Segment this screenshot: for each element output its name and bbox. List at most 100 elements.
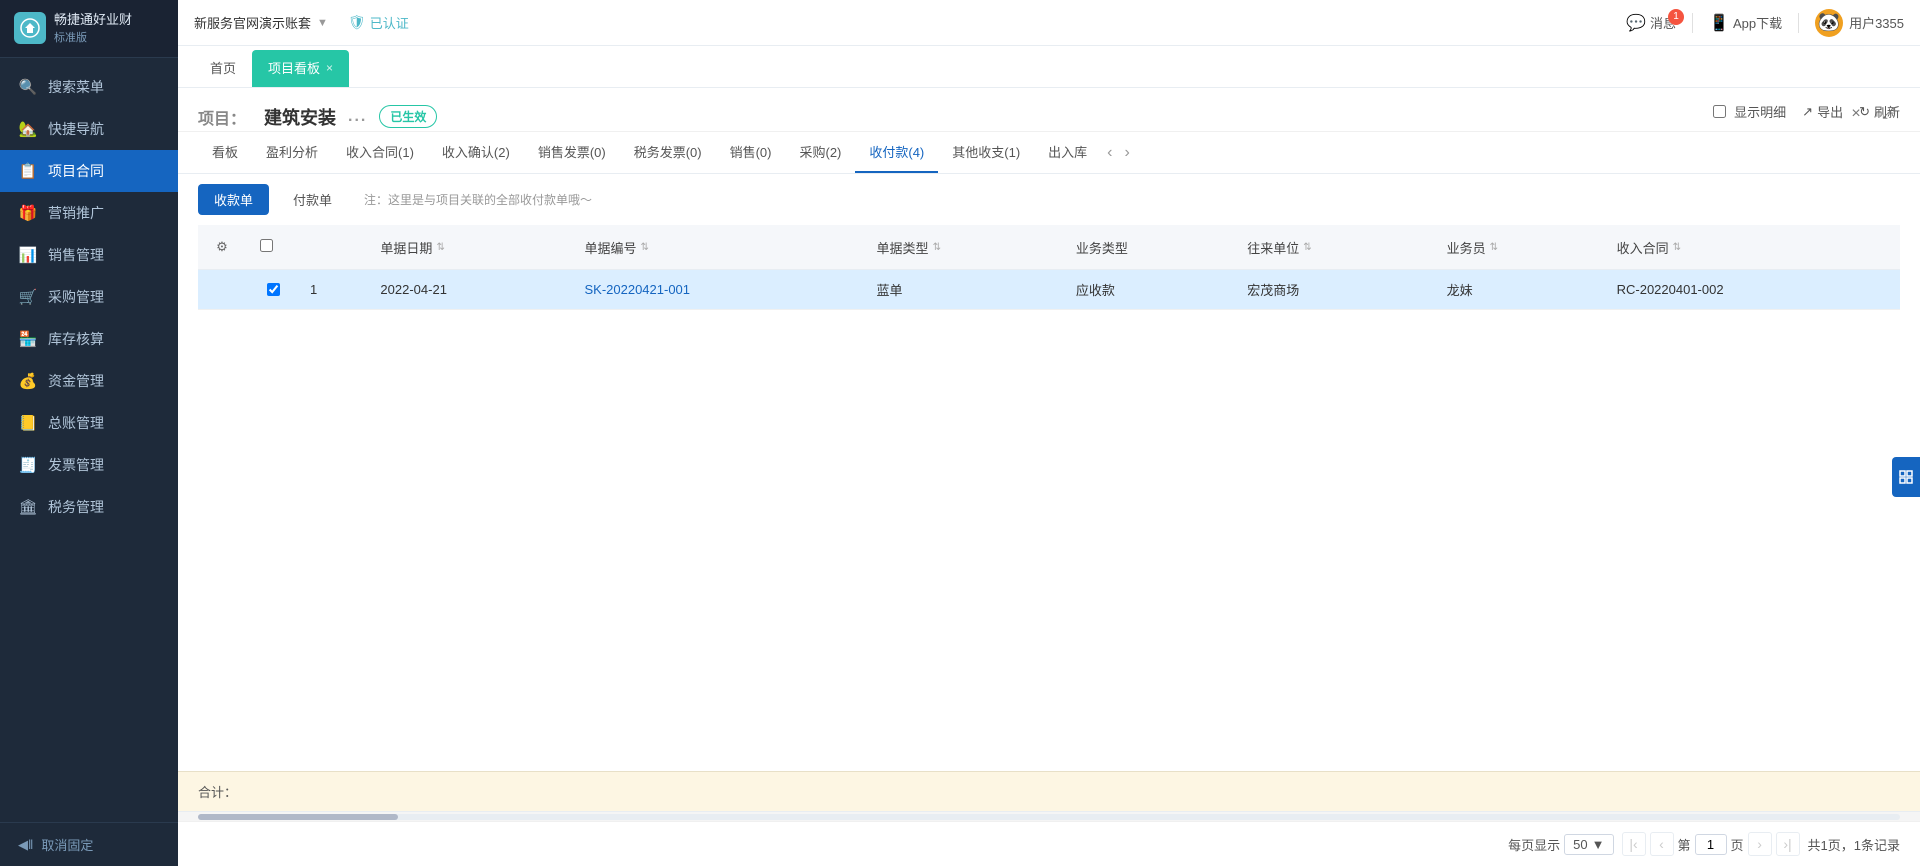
sidebar-item-search[interactable]: 🔍 搜索菜单 (0, 66, 178, 108)
avatar: 🐼 (1815, 9, 1843, 37)
row-index-cell: 1 (298, 270, 368, 310)
maximize-button[interactable]: ⤢ (1876, 102, 1900, 126)
sidebar-item-inventory[interactable]: 🏪 库存核算 (0, 318, 178, 360)
prev-page-button[interactable]: ‹ (1650, 832, 1674, 856)
sidebar-item-invoice[interactable]: 🧾 发票管理 (0, 444, 178, 486)
sidebar-item-invoice-label: 发票管理 (48, 455, 104, 475)
settings-icon[interactable]: ⚙ (210, 235, 234, 259)
project-name: 建筑安装 (264, 104, 336, 130)
revenue-sort-icon[interactable]: ⇅ (1673, 242, 1681, 253)
sidebar-item-search-label: 搜索菜单 (48, 77, 104, 97)
more-icon[interactable]: ... (348, 108, 367, 126)
index-col-header (298, 225, 368, 270)
show-detail-toggle[interactable]: 显示明细 (1713, 102, 1786, 121)
shield-icon: 🛡 (348, 14, 366, 31)
unpin-button[interactable]: ◀‖ 取消固定 (0, 822, 178, 866)
ledger-icon: 📒 (18, 413, 38, 433)
type-sort-icon[interactable]: ⇅ (933, 242, 941, 253)
sub-tab-sales-invoice[interactable]: 销售发票(0) (524, 132, 620, 173)
account-selector[interactable]: 新服务官网演示账套 ▼ (194, 13, 328, 32)
select-all-checkbox[interactable] (260, 239, 273, 252)
sidebar-item-purchase-label: 采购管理 (48, 287, 104, 307)
partner-sort-icon[interactable]: ⇅ (1303, 242, 1311, 253)
inner-tab-receipt[interactable]: 收款单 (198, 184, 269, 215)
page-size-value: 50 (1573, 837, 1587, 852)
sidebar-item-tax-label: 税务管理 (48, 497, 104, 517)
app-download-label: App下载 (1733, 13, 1782, 32)
sub-tab-prev-arrow[interactable]: ‹ (1101, 136, 1118, 170)
sub-tab-other-expense[interactable]: 其他收支(1) (938, 132, 1034, 173)
sidebar-item-purchase[interactable]: 🛒 采购管理 (0, 276, 178, 318)
sub-tab-sales[interactable]: 销售(0) (716, 132, 786, 173)
tab-close-icon[interactable]: × (326, 61, 333, 75)
sub-tab-revenue-contract[interactable]: 收入合同(1) (332, 132, 428, 173)
row-biz-type-cell: 应收款 (1064, 270, 1235, 310)
partner-col-header: 往来单位 ⇅ (1235, 225, 1434, 270)
topbar: 新服务官网演示账套 ▼ 🛡 已认证 💬 消息 1 📱 App下载 � (178, 0, 1920, 46)
salesman-sort-icon[interactable]: ⇅ (1490, 242, 1498, 253)
show-detail-checkbox[interactable] (1713, 105, 1726, 118)
message-button[interactable]: 💬 消息 1 (1626, 13, 1676, 33)
page-size-dropdown[interactable]: 50 ▼ (1564, 834, 1613, 855)
content-area: × ⤢ 项目： 建筑安装 ... 已生效 显示明细 ↗ 导出 (178, 88, 1920, 866)
tab-home-label: 首页 (210, 58, 236, 77)
user-menu[interactable]: 🐼 用户3355 (1815, 9, 1904, 37)
message-icon: 💬 (1626, 13, 1646, 33)
float-panel-button[interactable] (1892, 457, 1920, 497)
document-number-link[interactable]: SK-20220421-001 (584, 282, 690, 297)
topbar-right: 💬 消息 1 📱 App下载 🐼 用户3355 (1626, 9, 1904, 37)
sidebar-item-quick-nav-label: 快捷导航 (48, 119, 104, 139)
sidebar-item-marketing[interactable]: 🎁 营销推广 (0, 192, 178, 234)
window-controls: × ⤢ (1844, 102, 1900, 126)
sub-tab-purchase[interactable]: 采购(2) (785, 132, 855, 173)
sub-tab-kanban[interactable]: 看板 (198, 132, 252, 173)
export-icon: ↗ (1802, 104, 1813, 120)
inner-tab-note: 注：这里是与项目关联的全部收付款单哦～ (364, 191, 592, 208)
revenue-contract-col-header: 收入合同 ⇅ (1605, 225, 1900, 270)
project-icon: 📋 (18, 161, 38, 181)
sub-tab-receipt[interactable]: 收付款(4) (855, 132, 938, 173)
scrollbar-thumb[interactable] (198, 814, 398, 820)
status-badge: 已生效 (379, 105, 437, 128)
type-col-header: 单据类型 ⇅ (865, 225, 1064, 270)
last-page-button[interactable]: ›| (1776, 832, 1800, 856)
tab-project-board-label: 项目看板 (268, 58, 320, 77)
date-col-header: 单据日期 ⇅ (368, 225, 572, 270)
date-sort-icon[interactable]: ⇅ (436, 242, 444, 253)
app-download-button[interactable]: 📱 App下载 (1709, 13, 1782, 33)
sidebar-item-ledger-label: 总账管理 (48, 413, 104, 433)
sidebar-item-project-contract[interactable]: 📋 项目合同 (0, 150, 178, 192)
page-number-input[interactable] (1695, 834, 1727, 855)
sub-tab-tax-invoice[interactable]: 税务发票(0) (620, 132, 716, 173)
sub-tab-revenue-confirm[interactable]: 收入确认(2) (428, 132, 524, 173)
user-label: 用户3355 (1849, 13, 1904, 32)
divider2 (1798, 13, 1799, 33)
content-header: 项目： 建筑安装 ... 已生效 显示明细 ↗ 导出 ↻ 刷新 (178, 88, 1920, 132)
tab-project-board[interactable]: 项目看板 × (252, 50, 349, 87)
unpin-icon: ◀‖ (18, 837, 33, 853)
page-size-selector: 每页显示 50 ▼ (1508, 834, 1613, 855)
sidebar-item-project-label: 项目合同 (48, 161, 104, 181)
sidebar-item-tax[interactable]: 🏛 税务管理 (0, 486, 178, 528)
sidebar-item-quick-nav[interactable]: 🏡 快捷导航 (0, 108, 178, 150)
close-button[interactable]: × (1844, 102, 1868, 126)
next-page-button[interactable]: › (1748, 832, 1772, 856)
number-sort-icon[interactable]: ⇅ (641, 242, 649, 253)
row-checkbox-cell (248, 270, 298, 310)
table-footer: 合计： (178, 771, 1920, 811)
first-page-button[interactable]: |‹ (1622, 832, 1646, 856)
sidebar-item-ledger[interactable]: 📒 总账管理 (0, 402, 178, 444)
export-button[interactable]: ↗ 导出 (1802, 102, 1843, 121)
sidebar: 畅捷通好业财 标准版 🔍 搜索菜单 🏡 快捷导航 📋 项目合同 🎁 营销推广 📊… (0, 0, 178, 866)
sub-tab-in-out[interactable]: 出入库 (1034, 132, 1101, 173)
tab-home[interactable]: 首页 (194, 50, 252, 87)
inner-tab-payment[interactable]: 付款单 (277, 184, 348, 215)
app-edition: 标准版 (54, 29, 132, 45)
sub-tab-next-arrow[interactable]: › (1119, 136, 1136, 170)
cart-icon: 🛒 (18, 287, 38, 307)
row-checkbox[interactable] (267, 283, 280, 296)
export-label: 导出 (1817, 102, 1843, 121)
sidebar-item-funds[interactable]: 💰 资金管理 (0, 360, 178, 402)
sidebar-item-sales[interactable]: 📊 销售管理 (0, 234, 178, 276)
sub-tab-profit[interactable]: 盈利分析 (252, 132, 332, 173)
